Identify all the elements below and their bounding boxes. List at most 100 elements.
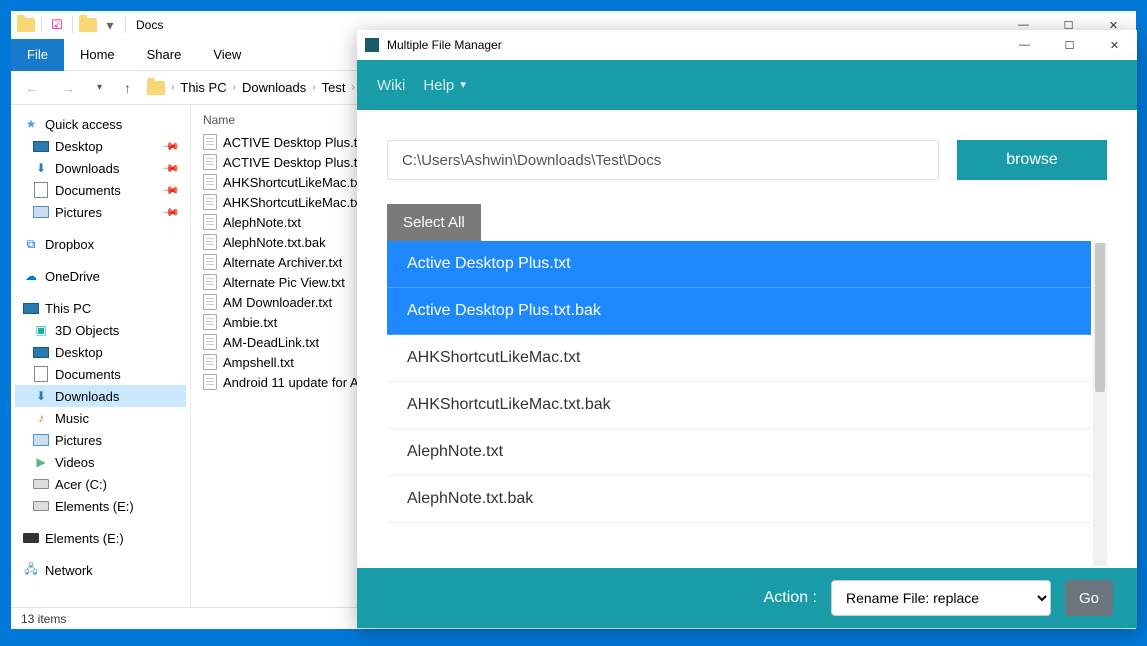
tree-label: This PC <box>45 301 91 316</box>
desktop-icon <box>33 138 49 154</box>
tree-label: Network <box>45 563 93 578</box>
file-icon <box>203 374 217 390</box>
tree-quick-access[interactable]: ★ Quick access <box>15 113 186 135</box>
nav-up-button[interactable]: ↑ <box>118 76 137 100</box>
chevron-right-icon: › <box>171 82 174 93</box>
tab-share[interactable]: Share <box>131 39 198 71</box>
file-icon <box>203 354 217 370</box>
tree-item-downloads[interactable]: ⬇Downloads <box>15 385 186 407</box>
nav-forward-button[interactable]: → <box>55 76 81 100</box>
tree-label: Videos <box>55 455 95 470</box>
breadcrumb-item[interactable]: Downloads <box>242 80 306 95</box>
usb-drive-icon <box>23 530 39 546</box>
menu-help[interactable]: Help▼ <box>423 77 468 94</box>
file-name: Alternate Archiver.txt <box>223 255 342 270</box>
list-item[interactable]: AlephNote.txt.bak <box>387 476 1091 523</box>
list-item[interactable]: AHKShortcutLikeMac.txt <box>387 335 1091 382</box>
file-name: Ambie.txt <box>223 315 277 330</box>
videos-icon: ▶ <box>33 454 49 470</box>
tree-dropbox[interactable]: ⧉Dropbox <box>15 233 186 255</box>
tab-file[interactable]: File <box>11 39 64 71</box>
chevron-right-icon: › <box>233 82 236 93</box>
minimize-button[interactable]: — <box>1002 30 1047 60</box>
tab-view[interactable]: View <box>197 39 257 71</box>
pin-icon: 📌 <box>162 203 181 222</box>
tree-item-desktop[interactable]: Desktop <box>15 341 186 363</box>
tree-onedrive[interactable]: ☁OneDrive <box>15 265 186 287</box>
nav-tree[interactable]: ★ Quick access Desktop📌 ⬇Downloads📌 Docu… <box>11 105 191 607</box>
tree-label: Desktop <box>55 139 103 154</box>
tree-this-pc[interactable]: This PC <box>15 297 186 319</box>
chevron-right-icon: › <box>312 82 315 93</box>
file-icon <box>203 174 217 190</box>
pc-icon <box>23 300 39 316</box>
tree-item-downloads[interactable]: ⬇Downloads📌 <box>15 157 186 179</box>
tree-item-music[interactable]: ♪Music <box>15 407 186 429</box>
tree-label: Desktop <box>55 345 103 360</box>
list-item[interactable]: Active Desktop Plus.txt <box>387 241 1091 288</box>
tree-item-3d-objects[interactable]: ▣3D Objects <box>15 319 186 341</box>
scrollbar[interactable] <box>1093 243 1107 566</box>
breadcrumb-item[interactable]: Test <box>322 80 346 95</box>
close-button[interactable]: ✕ <box>1092 30 1137 60</box>
path-row: browse <box>387 140 1107 180</box>
select-all-button[interactable]: Select All <box>387 204 481 241</box>
tree-item-documents[interactable]: Documents📌 <box>15 179 186 201</box>
list-item[interactable]: AlephNote.txt <box>387 429 1091 476</box>
folder-icon <box>17 16 35 34</box>
file-name: ACTIVE Desktop Plus.txt <box>223 135 368 150</box>
file-name: Alternate Pic View.txt <box>223 275 345 290</box>
nav-back-button[interactable]: ← <box>19 76 45 100</box>
tree-item-pictures[interactable]: Pictures📌 <box>15 201 186 223</box>
tree-label: Downloads <box>55 161 119 176</box>
drive-icon <box>33 498 49 514</box>
action-select[interactable]: Rename File: replace <box>831 580 1051 616</box>
new-folder-icon[interactable] <box>79 16 97 34</box>
file-icon <box>203 314 217 330</box>
tree-label: Documents <box>55 367 121 382</box>
download-icon: ⬇ <box>33 388 49 404</box>
status-item-count: 13 items <box>21 612 66 626</box>
separator <box>41 17 42 33</box>
tree-network[interactable]: 🖧Network <box>15 559 186 581</box>
go-button[interactable]: Go <box>1065 580 1113 616</box>
menu-label: Wiki <box>377 77 405 94</box>
menu-label: Help <box>423 77 454 94</box>
multiple-file-manager-window: Multiple File Manager — ☐ ✕ Wiki Help▼ b… <box>357 30 1137 628</box>
file-icon <box>203 194 217 210</box>
tab-home[interactable]: Home <box>64 39 131 71</box>
list-item[interactable]: Active Desktop Plus.txt.bak <box>387 288 1091 335</box>
nav-recent-dropdown[interactable]: ▾ <box>91 78 108 97</box>
document-icon <box>33 182 49 198</box>
tree-label: Quick access <box>45 117 122 132</box>
tree-item-pictures[interactable]: Pictures <box>15 429 186 451</box>
pictures-icon <box>33 204 49 220</box>
window-controls: — ☐ ✕ <box>1002 30 1137 60</box>
list-item[interactable]: AHKShortcutLikeMac.txt.bak <box>387 382 1091 429</box>
breadcrumb-item[interactable]: This PC <box>180 80 226 95</box>
tree-label: OneDrive <box>45 269 100 284</box>
tree-item-desktop[interactable]: Desktop📌 <box>15 135 186 157</box>
mfm-menubar: Wiki Help▼ <box>357 60 1137 110</box>
app-icon <box>365 38 379 52</box>
mfm-file-list[interactable]: Active Desktop Plus.txtActive Desktop Pl… <box>387 241 1107 568</box>
browse-button[interactable]: browse <box>957 140 1107 180</box>
tree-item-videos[interactable]: ▶ Videos <box>15 451 186 473</box>
tree-item-documents[interactable]: Documents <box>15 363 186 385</box>
tree-elements[interactable]: Elements (E:) <box>15 527 186 549</box>
action-label: Action : <box>764 589 817 607</box>
properties-icon[interactable]: ☑ <box>48 16 66 34</box>
qat-dropdown-icon[interactable]: ▾ <box>101 16 119 34</box>
tree-item-drive-c[interactable]: Acer (C:) <box>15 473 186 495</box>
chevron-right-icon: › <box>351 82 354 93</box>
scrollbar-thumb[interactable] <box>1095 243 1105 392</box>
maximize-button[interactable]: ☐ <box>1047 30 1092 60</box>
file-name: AlephNote.txt <box>223 215 301 230</box>
tree-item-drive-e[interactable]: Elements (E:) <box>15 495 186 517</box>
tree-label: Dropbox <box>45 237 94 252</box>
menu-wiki[interactable]: Wiki <box>377 77 405 94</box>
file-icon <box>203 274 217 290</box>
music-icon: ♪ <box>33 410 49 426</box>
path-input[interactable] <box>387 140 939 180</box>
file-icon <box>203 334 217 350</box>
